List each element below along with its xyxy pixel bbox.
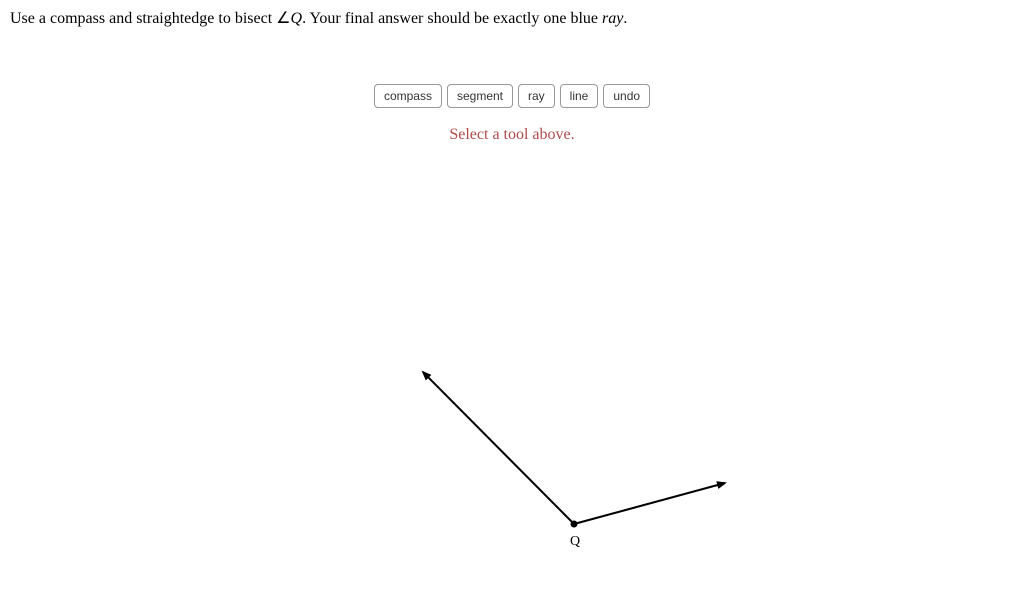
line-button[interactable]: line xyxy=(560,84,599,108)
angle-svg xyxy=(0,150,1024,591)
angle-variable: Q xyxy=(291,10,303,27)
undo-button[interactable]: undo xyxy=(603,84,650,108)
compass-button[interactable]: compass xyxy=(374,84,442,108)
segment-button[interactable]: segment xyxy=(447,84,513,108)
instruction-prefix: Use a compass and straightedge to bisect xyxy=(10,10,276,27)
angle-symbol: ∠ xyxy=(276,10,290,27)
ray-button[interactable]: ray xyxy=(518,84,555,108)
angle-ray-1 xyxy=(423,372,574,524)
vertex-point[interactable] xyxy=(571,521,578,528)
instruction-text: Use a compass and straightedge to bisect… xyxy=(0,0,1024,36)
instruction-suffix: . xyxy=(623,10,627,27)
instruction-middle: . Your final answer should be exactly on… xyxy=(302,10,602,27)
toolbar-area: compass segment ray line undo Select a t… xyxy=(0,84,1024,144)
vertex-label: Q xyxy=(570,534,580,550)
geometry-canvas[interactable]: Q xyxy=(0,150,1024,591)
toolbar: compass segment ray line undo xyxy=(374,84,650,108)
hint-text: Select a tool above. xyxy=(0,126,1024,144)
angle-ray-2 xyxy=(574,483,725,524)
ray-word: ray xyxy=(602,10,623,27)
